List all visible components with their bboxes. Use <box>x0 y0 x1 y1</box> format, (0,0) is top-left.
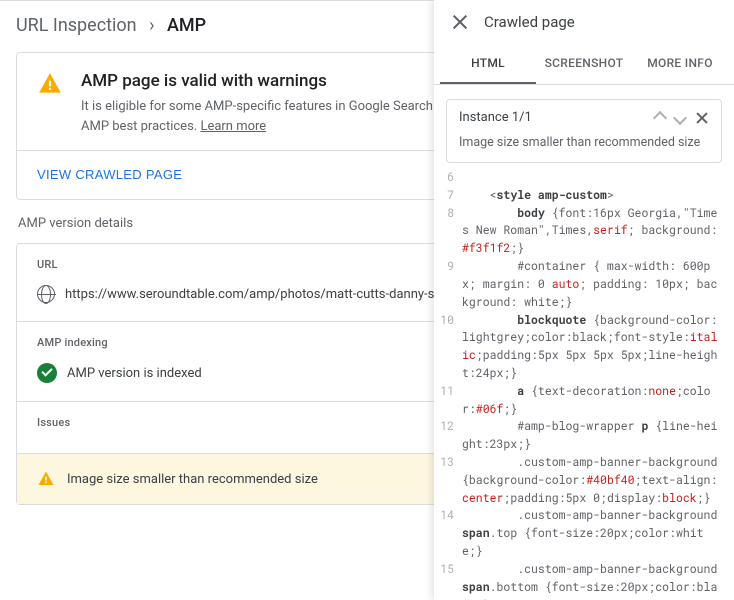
code-line: 9 #container { max-width: 600px; margin:… <box>434 258 730 311</box>
crawled-page-panel: Crawled page HTML SCREENSHOT MORE INFO I… <box>434 0 734 600</box>
instance-title: Instance 1/1 <box>459 110 532 125</box>
chevron-right-icon: › <box>149 15 154 36</box>
code-line: 11 a {text-decoration:none;color:#06f;} <box>434 383 730 419</box>
tab-screenshot[interactable]: SCREENSHOT <box>536 44 632 84</box>
panel-title: Crawled page <box>484 13 575 31</box>
code-line: 12 #amp-blog-wrapper p {line-height:23px… <box>434 418 730 454</box>
breadcrumb-parent[interactable]: URL Inspection <box>16 15 137 36</box>
breadcrumb-current: AMP <box>167 15 206 36</box>
view-crawled-page-button[interactable]: VIEW CRAWLED PAGE <box>37 167 182 182</box>
panel-tabs: HTML SCREENSHOT MORE INFO <box>434 44 734 85</box>
chevron-down-icon[interactable] <box>673 110 687 124</box>
code-viewer[interactable]: 67 <style amp-custom>8 body {font:16px G… <box>434 163 734 600</box>
warning-icon <box>37 470 55 488</box>
code-line: 15 .custom-amp-banner-background span.bo… <box>434 561 730 600</box>
instance-message: Image size smaller than recommended size <box>459 135 709 150</box>
issue-text: Image size smaller than recommended size <box>67 472 318 487</box>
instance-box: Instance 1/1 Image size smaller than rec… <box>446 99 722 163</box>
url-value: https://www.seroundtable.com/amp/photos/… <box>65 287 471 302</box>
indexing-status: AMP version is indexed <box>67 366 202 381</box>
check-icon <box>37 363 57 383</box>
tab-more-info[interactable]: MORE INFO <box>632 44 728 84</box>
chevron-up-icon[interactable] <box>653 110 667 124</box>
close-icon[interactable] <box>695 111 709 125</box>
code-line: 6 <box>434 169 730 187</box>
code-line: 10 blockquote {background-color:lightgre… <box>434 312 730 383</box>
code-line: 7 <style amp-custom> <box>434 187 730 205</box>
warning-icon <box>37 71 63 97</box>
code-line: 13 .custom-amp-banner-background {backgr… <box>434 454 730 507</box>
code-line: 8 body {font:16px Georgia,"Times New Rom… <box>434 205 730 258</box>
code-line: 14 .custom-amp-banner-background span.to… <box>434 507 730 560</box>
globe-icon <box>37 285 55 303</box>
tab-html[interactable]: HTML <box>440 44 536 84</box>
learn-more-link[interactable]: Learn more <box>200 119 266 134</box>
close-icon[interactable] <box>450 12 470 32</box>
